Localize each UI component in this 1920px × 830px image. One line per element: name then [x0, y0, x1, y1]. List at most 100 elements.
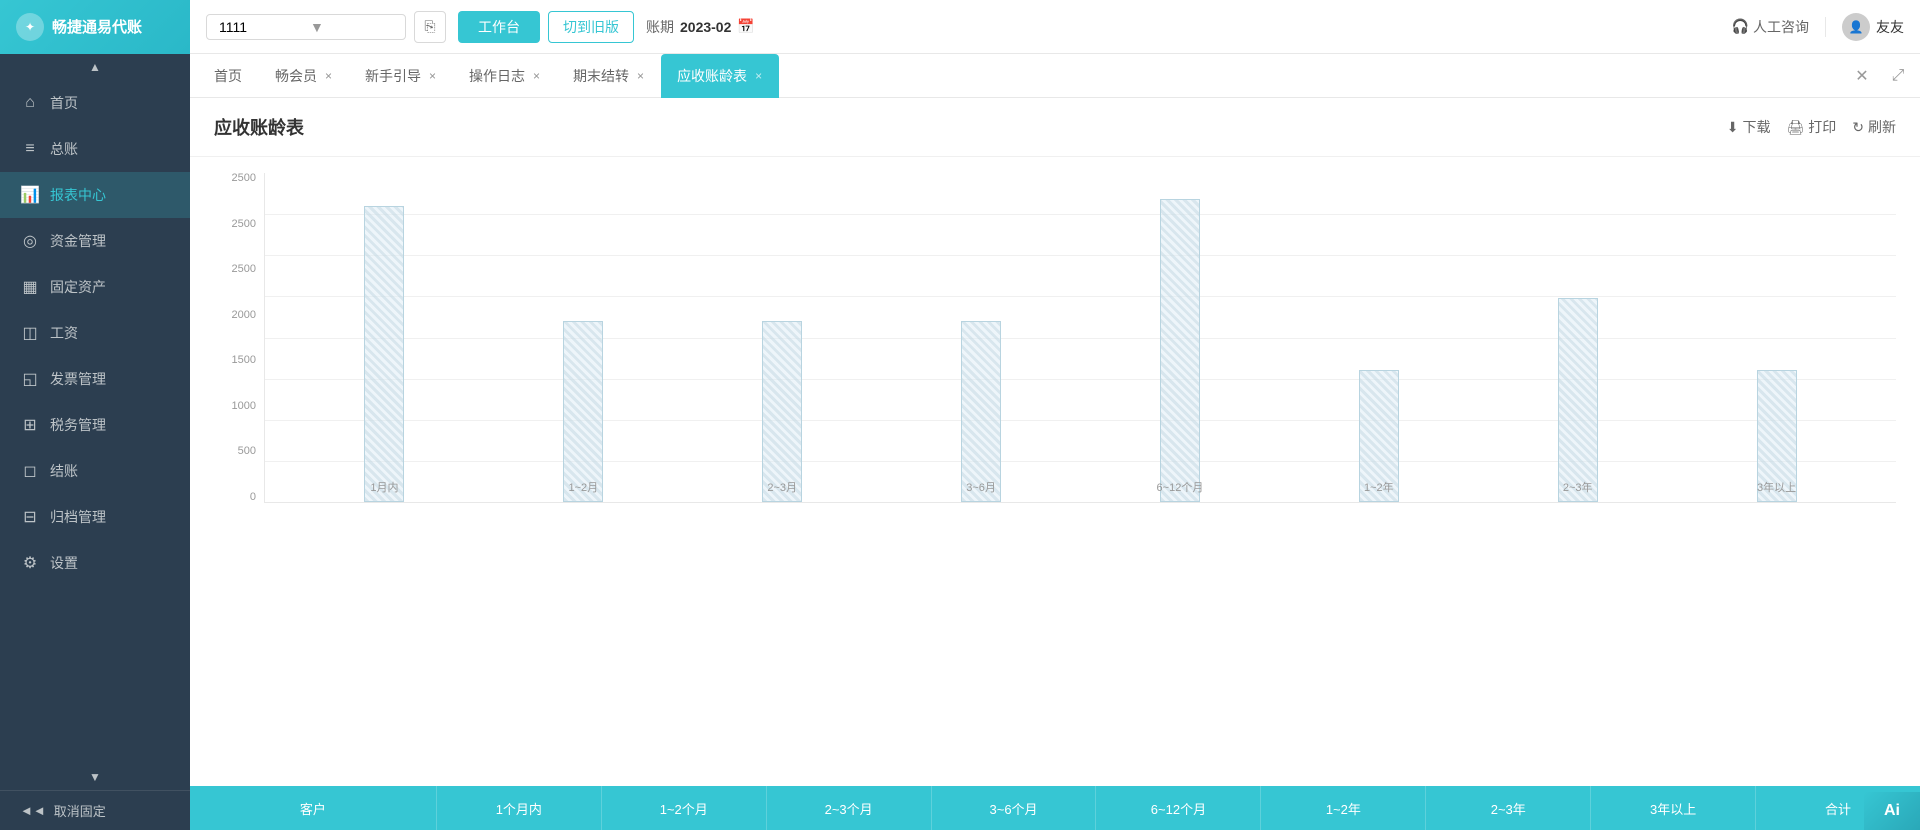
sidebar-item-funds[interactable]: ◎ 资金管理	[0, 218, 190, 264]
headset-icon: 🎧	[1732, 18, 1749, 35]
sidebar-item-salary[interactable]: ◫ 工资	[0, 310, 190, 356]
top-header: ✦ 畅捷通易代账 1111 ▼ ⎘ 工作台 切到旧版 账期 2023-02 📅 …	[0, 0, 1920, 54]
col-header-3-6month: 3~6个月	[932, 786, 1097, 830]
calendar-icon[interactable]: 📅	[737, 18, 754, 35]
sidebar-item-archive[interactable]: ⊟ 归档管理	[0, 494, 190, 540]
chart-inner: 1月内 1~2月 2~3月 3~6月 6~12个月 1~2年 2~3年 3年以上	[264, 173, 1896, 503]
period-value: 2023-02	[680, 19, 731, 35]
ledger-icon: ≡	[20, 140, 40, 158]
col-customer-label: 客户	[300, 799, 326, 818]
sidebar-item-invoice[interactable]: ◱ 发票管理	[0, 356, 190, 402]
scroll-arrows: ▲	[0, 54, 190, 80]
page-header: 应收账龄表 ⬇ 下载 🖨 打印 ↻ 刷新	[190, 98, 1920, 157]
pin-icon: ◄◄	[20, 803, 46, 818]
sidebar-label-archive: 归档管理	[50, 507, 106, 527]
x-label-1month: 1月内	[285, 472, 484, 502]
sidebar-label-salary: 工资	[50, 323, 78, 343]
tab-member-label: 畅会员	[275, 66, 317, 86]
archive-icon: ⊟	[20, 507, 40, 527]
consult-area[interactable]: 🎧 人工咨询	[1732, 17, 1809, 37]
bar-group-3-6month	[882, 173, 1081, 502]
company-selector[interactable]: 1111 ▼	[206, 14, 406, 40]
workbench-button[interactable]: 工作台	[458, 11, 540, 43]
tab-oplog-label: 操作日志	[469, 66, 525, 86]
close-all-tabs-button[interactable]: ✕	[1848, 62, 1876, 90]
y-axis-labels: 0 500 1000 1500 2000 2500 2500 2500	[214, 173, 262, 503]
sidebar-item-home[interactable]: ⌂ 首页	[0, 80, 190, 126]
sidebar-label-settings: 设置	[50, 553, 78, 573]
tab-oplog[interactable]: 操作日志 ×	[453, 54, 557, 98]
tab-period-close-close-icon[interactable]: ×	[637, 69, 644, 83]
col-header-2-3year: 2~3年	[1426, 786, 1591, 830]
tab-guide-close-icon[interactable]: ×	[429, 69, 436, 83]
download-icon: ⬇	[1727, 119, 1739, 136]
tab-ar-aging[interactable]: 应收账龄表 ×	[661, 54, 779, 98]
sidebar-label-reports: 报表中心	[50, 185, 106, 205]
scroll-up-arrow[interactable]: ▲	[81, 58, 109, 76]
tab-period-close[interactable]: 期末结转 ×	[557, 54, 661, 98]
tax-icon: ⊞	[20, 415, 40, 435]
sidebar-item-ledger[interactable]: ≡ 总账	[0, 126, 190, 172]
col-1-2year-label: 1~2年	[1326, 799, 1361, 818]
bar-group-2-3year	[1478, 173, 1677, 502]
sidebar: ▲ ⌂ 首页 ≡ 总账 📊 报表中心 ◎ 资金管理 ▦ 固定资产	[0, 54, 190, 830]
period-label: 账期	[646, 17, 674, 37]
tab-home-label: 首页	[214, 66, 242, 86]
tab-oplog-close-icon[interactable]: ×	[533, 69, 540, 83]
tab-member-close-icon[interactable]: ×	[325, 69, 332, 83]
y-label-2000: 2000	[214, 310, 256, 321]
col-6-12month-label: 6~12个月	[1151, 799, 1206, 818]
sidebar-item-settle[interactable]: ◻ 结账	[0, 448, 190, 494]
cancel-fixed-button[interactable]: ◄◄ 取消固定	[0, 790, 190, 830]
tab-member[interactable]: 畅会员 ×	[259, 54, 349, 98]
main-layout: ▲ ⌂ 首页 ≡ 总账 📊 报表中心 ◎ 资金管理 ▦ 固定资产	[0, 54, 1920, 830]
copy-button[interactable]: ⎘	[414, 11, 446, 43]
bar-group-2-3month	[683, 173, 882, 502]
col-1-2month-label: 1~2个月	[660, 799, 708, 818]
print-button[interactable]: 🖨 打印	[1786, 117, 1836, 137]
settings-icon: ⚙	[20, 553, 40, 573]
download-button[interactable]: ⬇ 下载	[1727, 117, 1771, 137]
expand-tabs-button[interactable]: ⤢	[1884, 62, 1912, 90]
bar-1month	[364, 206, 404, 502]
user-area[interactable]: 👤 友友	[1842, 13, 1904, 41]
sidebar-item-assets[interactable]: ▦ 固定资产	[0, 264, 190, 310]
page-title: 应收账龄表	[214, 114, 304, 140]
bar-6-12month	[1160, 199, 1200, 502]
col-1month-label: 1个月内	[496, 799, 542, 818]
sidebar-item-settings[interactable]: ⚙ 设置	[0, 540, 190, 586]
x-label-1-2year: 1~2年	[1279, 472, 1478, 502]
sidebar-item-tax[interactable]: ⊞ 税务管理	[0, 402, 190, 448]
sidebar-label-settle: 结账	[50, 461, 78, 481]
logo-area: ✦ 畅捷通易代账	[0, 0, 190, 54]
bar-group-1month	[285, 173, 484, 502]
x-label-1-2month: 1~2月	[484, 472, 683, 502]
y-label-2500b: 2500	[214, 219, 256, 230]
tab-ar-aging-close-icon[interactable]: ×	[755, 69, 762, 83]
avatar: 👤	[1842, 13, 1870, 41]
tab-guide[interactable]: 新手引导 ×	[349, 54, 453, 98]
col-2-3year-label: 2~3年	[1491, 799, 1526, 818]
x-label-3plus-year: 3年以上	[1677, 472, 1876, 502]
refresh-button[interactable]: ↻ 刷新	[1852, 117, 1896, 137]
x-label-2-3month: 2~3月	[683, 472, 882, 502]
bar-chart: 0 500 1000 1500 2000 2500 2500 2500	[214, 173, 1896, 533]
copy-icon: ⎘	[424, 18, 435, 35]
reports-icon: 📊	[20, 185, 40, 205]
chevron-down-icon: ▼	[310, 19, 393, 35]
sidebar-label-funds: 资金管理	[50, 231, 106, 251]
sidebar-label-invoice: 发票管理	[50, 369, 106, 389]
switch-version-button[interactable]: 切到旧版	[548, 11, 634, 43]
ai-badge[interactable]: Ai	[1864, 792, 1920, 830]
user-name: 友友	[1876, 17, 1904, 37]
sidebar-scroll: ⌂ 首页 ≡ 总账 📊 报表中心 ◎ 资金管理 ▦ 固定资产 ◫ 工资	[0, 80, 190, 764]
y-label-0: 0	[214, 492, 256, 503]
scroll-down-arrow[interactable]: ▼	[81, 768, 109, 786]
col-header-3plus-year: 3年以上	[1591, 786, 1756, 830]
sidebar-item-reports[interactable]: 📊 报表中心	[0, 172, 190, 218]
tab-bar: 首页 畅会员 × 新手引导 × 操作日志 × 期末结转 × 应收账龄表 ×	[190, 54, 1920, 98]
tab-guide-label: 新手引导	[365, 66, 421, 86]
tab-ar-aging-label: 应收账龄表	[677, 66, 747, 86]
tab-home[interactable]: 首页	[198, 54, 259, 98]
sidebar-label-assets: 固定资产	[50, 277, 106, 297]
